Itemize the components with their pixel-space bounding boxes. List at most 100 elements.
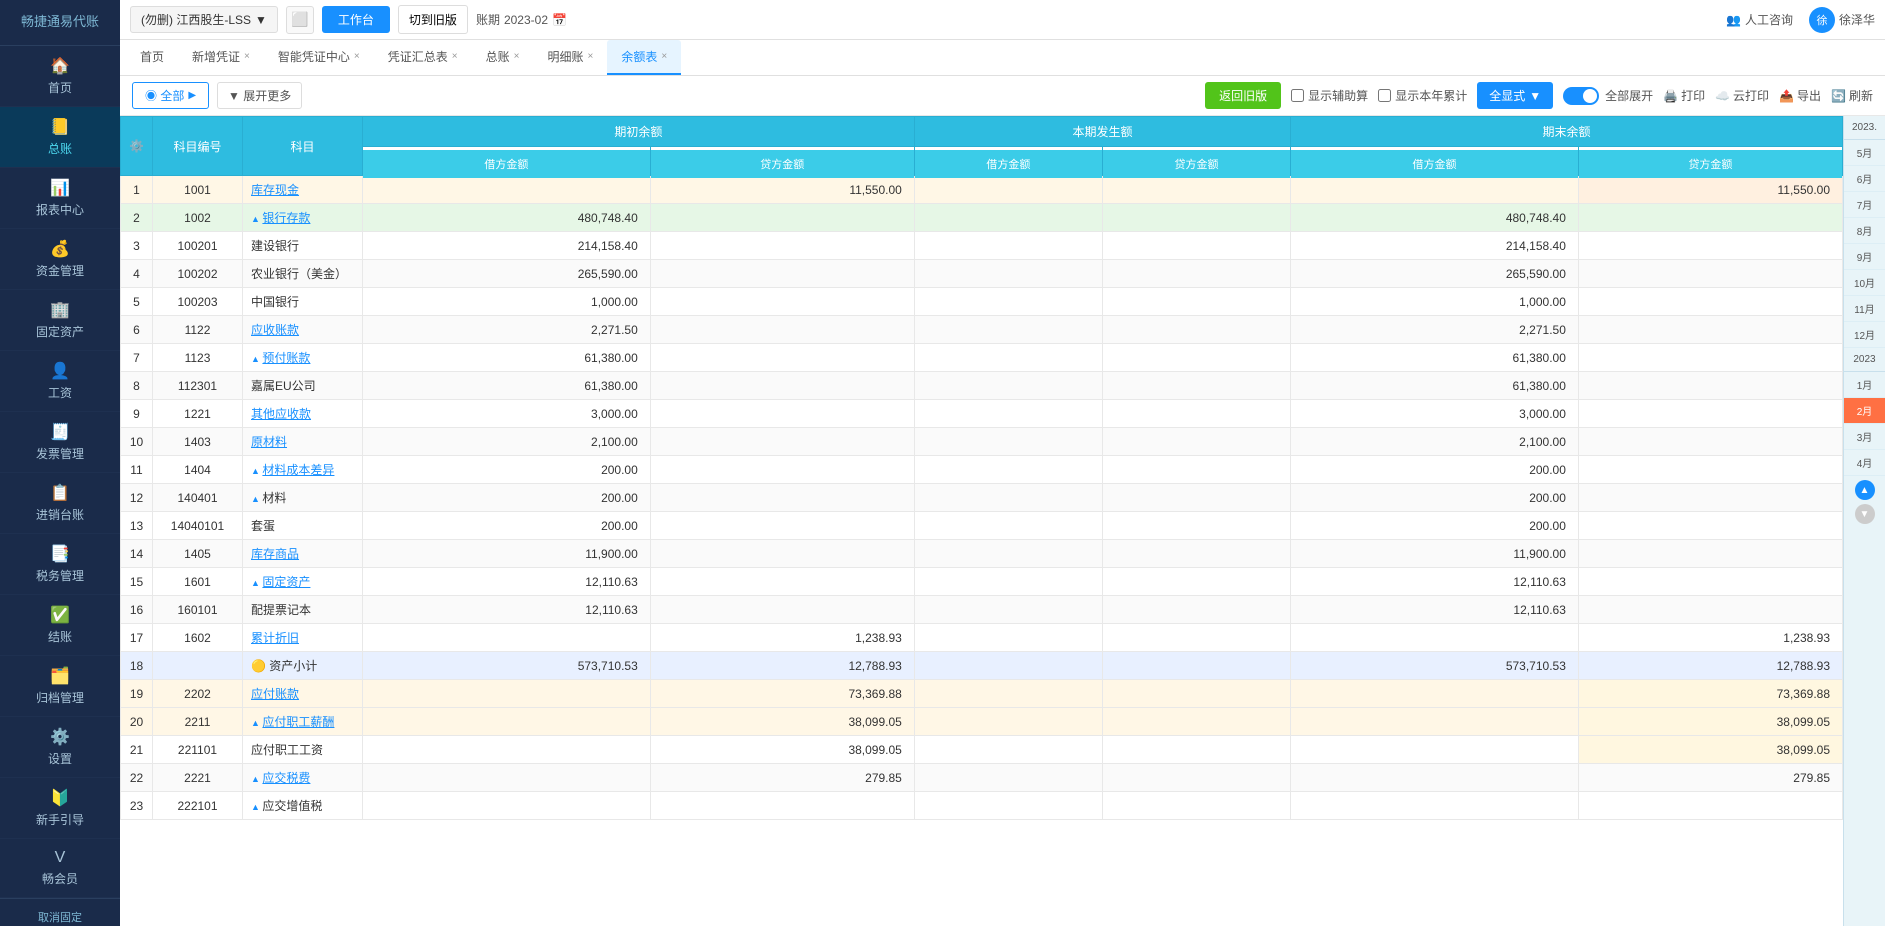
- cell-name[interactable]: 套蛋: [243, 512, 363, 540]
- expand-more-button[interactable]: ▼ 展开更多: [217, 82, 302, 109]
- account-link[interactable]: 应付职工薪酬: [262, 715, 334, 729]
- account-link[interactable]: 预付账款: [262, 351, 310, 365]
- close-new-voucher[interactable]: ×: [244, 51, 250, 62]
- account-link[interactable]: 固定资产: [262, 575, 310, 589]
- balance-table-container[interactable]: ⚙️ 科目编号 科目 期初余额 本期发生额 期末余额 借方金额 贷方金额 借方金…: [120, 116, 1843, 926]
- expand-all-toggle[interactable]: 全部展开: [1563, 87, 1653, 105]
- close-voucher-summary[interactable]: ×: [452, 51, 458, 62]
- th-settings[interactable]: ⚙️: [121, 117, 153, 176]
- export-button[interactable]: 📤 导出: [1779, 87, 1821, 104]
- show-ytd-checkbox[interactable]: 显示本年累计: [1378, 87, 1467, 104]
- service-button[interactable]: 👥 人工咨询: [1726, 11, 1793, 28]
- cell-name[interactable]: ▲ 银行存款: [243, 204, 363, 232]
- sidebar-item-reports[interactable]: 📊 报表中心: [0, 168, 120, 229]
- close-detail[interactable]: ×: [587, 51, 593, 62]
- month-9[interactable]: 9月: [1844, 244, 1885, 270]
- month-8[interactable]: 8月: [1844, 218, 1885, 244]
- sidebar-item-settings[interactable]: ⚙️ 设置: [0, 717, 120, 778]
- all-filter-button[interactable]: ◉ 全部 ▶: [132, 82, 209, 109]
- sidebar-item-salary[interactable]: 👤 工资: [0, 351, 120, 412]
- account-link[interactable]: 应付账款: [251, 687, 299, 701]
- account-link[interactable]: 原材料: [251, 435, 287, 449]
- cell-name[interactable]: ▲ 应交税费: [243, 764, 363, 792]
- tab-voucher-summary[interactable]: 凭证汇总表 ×: [374, 40, 472, 75]
- month-4[interactable]: 4月: [1844, 450, 1885, 476]
- nav-down-icon[interactable]: ▼: [1855, 504, 1875, 524]
- sidebar-item-ledger[interactable]: 📒 总账: [0, 107, 120, 168]
- show-aux-checkbox[interactable]: 显示辅助算: [1291, 87, 1368, 104]
- cell-name[interactable]: 中国银行: [243, 288, 363, 316]
- account-link[interactable]: 其他应收款: [251, 407, 311, 421]
- cell-name[interactable]: 其他应收款: [243, 400, 363, 428]
- account-link[interactable]: 库存商品: [251, 547, 299, 561]
- cell-name[interactable]: 农业银行（美金）: [243, 260, 363, 288]
- cell-name[interactable]: 应付账款: [243, 680, 363, 708]
- cell-name[interactable]: 应收账款: [243, 316, 363, 344]
- cell-name[interactable]: 🟡 资产小计: [243, 652, 363, 680]
- cell-name[interactable]: 库存现金: [243, 176, 363, 204]
- tab-detail[interactable]: 明细账 ×: [533, 40, 607, 75]
- tab-ledger[interactable]: 总账 ×: [472, 40, 534, 75]
- account-link[interactable]: 累计折旧: [251, 631, 299, 645]
- unpin-button[interactable]: 取消固定: [0, 898, 120, 926]
- calendar-icon[interactable]: 📅: [552, 13, 567, 27]
- user-menu[interactable]: 徐 徐泽华: [1809, 7, 1875, 33]
- sidebar-item-sales[interactable]: 📋 进销台账: [0, 473, 120, 534]
- month-2[interactable]: 2月: [1844, 398, 1885, 424]
- cell-name[interactable]: 建设银行: [243, 232, 363, 260]
- go-old-button[interactable]: 返回旧版: [1205, 82, 1281, 109]
- sidebar-item-tax[interactable]: 📑 税务管理: [0, 534, 120, 595]
- print-button[interactable]: 🖨️ 打印: [1663, 87, 1705, 104]
- cell-name[interactable]: ▲ 材料成本差异: [243, 456, 363, 484]
- close-smart-center[interactable]: ×: [354, 51, 360, 62]
- company-selector[interactable]: (勿删) 江西股生-LSS ▼: [130, 6, 278, 33]
- month-7[interactable]: 7月: [1844, 192, 1885, 218]
- sidebar-item-assets[interactable]: 🏢 固定资产: [0, 290, 120, 351]
- account-link[interactable]: 应交税费: [262, 771, 310, 785]
- account-link[interactable]: 材料成本差异: [262, 463, 334, 477]
- cell-name[interactable]: ▲ 预付账款: [243, 344, 363, 372]
- cell-name[interactable]: 库存商品: [243, 540, 363, 568]
- month-1[interactable]: 1月: [1844, 372, 1885, 398]
- account-link[interactable]: 应收账款: [251, 323, 299, 337]
- month-10[interactable]: 10月: [1844, 270, 1885, 296]
- cell-name[interactable]: ▲ 应交增值税: [243, 792, 363, 820]
- copy-button[interactable]: ⬜: [286, 6, 314, 34]
- tab-smart-center[interactable]: 智能凭证中心 ×: [264, 40, 374, 75]
- close-ledger[interactable]: ×: [514, 51, 520, 62]
- tab-home[interactable]: 首页: [126, 40, 178, 75]
- cell-name[interactable]: 配提票记本: [243, 596, 363, 624]
- cloud-print-button[interactable]: ☁️ 云打印: [1715, 87, 1769, 104]
- cell-name[interactable]: ▲ 固定资产: [243, 568, 363, 596]
- cell-name[interactable]: ▲ 应付职工薪酬: [243, 708, 363, 736]
- cell-name[interactable]: 原材料: [243, 428, 363, 456]
- cell-name[interactable]: 累计折旧: [243, 624, 363, 652]
- show-ytd-input[interactable]: [1378, 89, 1391, 102]
- account-link[interactable]: 银行存款: [262, 211, 310, 225]
- cell-name[interactable]: 应付职工工资: [243, 736, 363, 764]
- toggle-control[interactable]: [1563, 87, 1599, 105]
- sidebar-item-archive[interactable]: 🗂️ 归档管理: [0, 656, 120, 717]
- month-3[interactable]: 3月: [1844, 424, 1885, 450]
- cell-name[interactable]: ▲ 材料: [243, 484, 363, 512]
- switch-oldver-button[interactable]: 切到旧版: [398, 5, 468, 34]
- sidebar-item-invoice[interactable]: 🧾 发票管理: [0, 412, 120, 473]
- refresh-button[interactable]: 🔄 刷新: [1831, 87, 1873, 104]
- sidebar-item-capital[interactable]: 💰 资金管理: [0, 229, 120, 290]
- full-style-button[interactable]: 全显式 ▼: [1477, 82, 1553, 109]
- month-12[interactable]: 12月: [1844, 322, 1885, 348]
- close-balance[interactable]: ×: [661, 51, 667, 62]
- nav-up-icon[interactable]: ▲: [1855, 480, 1875, 500]
- sidebar-item-newguide[interactable]: 🔰 新手引导: [0, 778, 120, 839]
- month-5[interactable]: 5月: [1844, 140, 1885, 166]
- sidebar-item-home[interactable]: 🏠 首页: [0, 46, 120, 107]
- sidebar-item-member[interactable]: V 畅会员: [0, 839, 120, 898]
- tab-new-voucher[interactable]: 新增凭证 ×: [178, 40, 264, 75]
- workbench-button[interactable]: 工作台: [322, 6, 390, 33]
- month-6[interactable]: 6月: [1844, 166, 1885, 192]
- account-link[interactable]: 库存现金: [251, 183, 299, 197]
- cell-name[interactable]: 嘉属EU公司: [243, 372, 363, 400]
- sidebar-item-settlement[interactable]: ✅ 结账: [0, 595, 120, 656]
- tab-balance[interactable]: 余额表 ×: [607, 40, 681, 75]
- show-aux-input[interactable]: [1291, 89, 1304, 102]
